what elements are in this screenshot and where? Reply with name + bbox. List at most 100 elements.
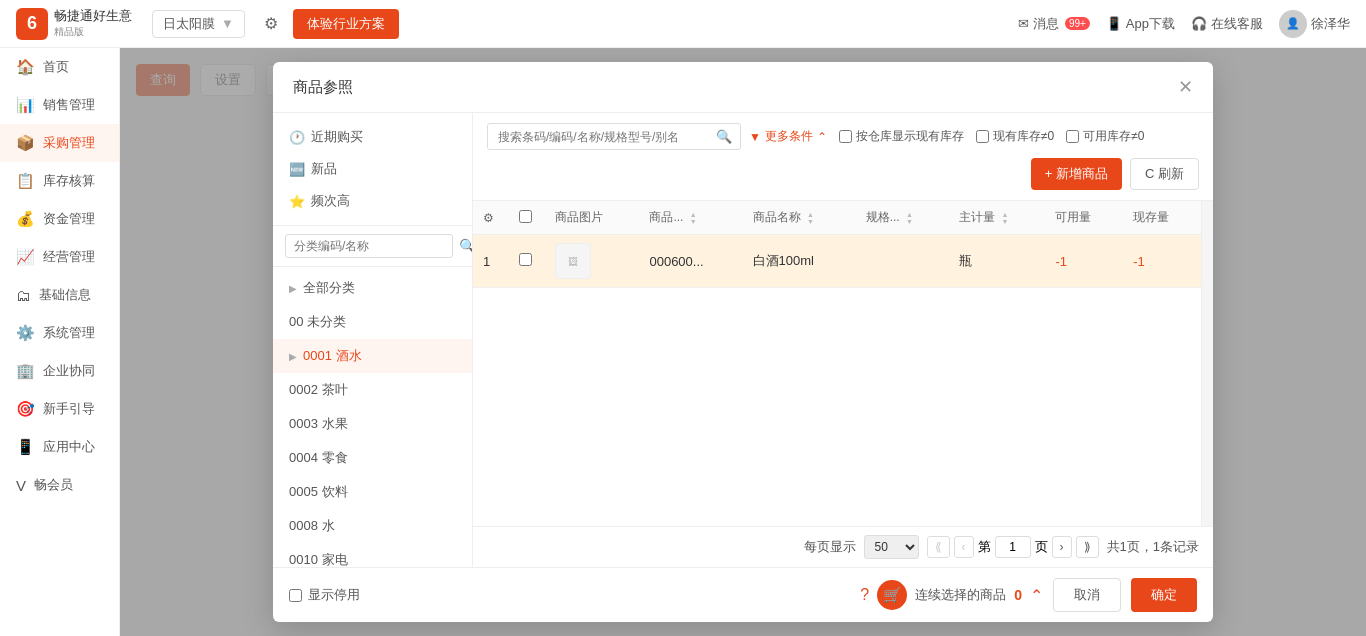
all-arrow-icon: ▶	[289, 283, 297, 294]
store-dropdown[interactable]: 日太阳膜 ▼	[152, 10, 245, 38]
spec-sort-icon: ▲▼	[906, 211, 913, 225]
th-unit[interactable]: 主计量 ▲▼	[949, 201, 1045, 235]
row-unit: 瓶	[949, 235, 1045, 288]
cat-tab-new[interactable]: 🆕 新品	[273, 153, 472, 185]
checkboxes: 按仓库显示现有库存 现有库存≠0 可用库存≠0	[839, 128, 1145, 145]
sidebar-item-system[interactable]: ⚙️ 系统管理	[0, 314, 119, 352]
search-bar: 🔍 ▼ 更多条件 ⌃ 按仓库显示现有库存	[473, 113, 1213, 201]
table-scrollbar[interactable]	[1201, 201, 1213, 526]
sidebar-item-operation[interactable]: 📈 经营管理	[0, 238, 119, 276]
cat-0002[interactable]: 0002 茶叶	[273, 373, 472, 407]
th-code[interactable]: 商品... ▲▼	[639, 201, 742, 235]
cat-0001[interactable]: ▶ 0001 酒水	[273, 339, 472, 373]
cancel-btn[interactable]: 取消	[1053, 578, 1121, 612]
main-layout: 🏠 首页 📊 销售管理 📦 采购管理 📋 库存核算 💰 资金管理 📈 经营管理 …	[0, 48, 1366, 636]
online-service-btn[interactable]: 🎧 在线客服	[1191, 15, 1263, 33]
prev-page-btn[interactable]: ‹	[954, 536, 974, 558]
category-search-input[interactable]	[285, 234, 453, 258]
row-checkbox[interactable]	[519, 253, 532, 266]
add-product-btn[interactable]: + 新增商品	[1031, 158, 1122, 190]
logo-area: 6 畅捷通好生意 精品版	[16, 8, 132, 40]
show-disabled-checkbox[interactable]	[289, 589, 302, 602]
th-check	[509, 201, 545, 235]
table-row[interactable]: 1 🖼	[473, 235, 1201, 288]
cat-00[interactable]: 00 未分类	[273, 305, 472, 339]
th-available: 可用量	[1045, 201, 1123, 235]
category-collapse-btn[interactable]: ◀	[472, 340, 473, 380]
row-stock: -1	[1123, 235, 1201, 288]
sidebar-item-basic[interactable]: 🗂 基础信息	[0, 276, 119, 314]
page-number-input[interactable]	[995, 536, 1031, 558]
product-search-icon[interactable]: 🔍	[708, 124, 740, 149]
user-profile[interactable]: 👤 徐泽华	[1279, 10, 1350, 38]
cat-0005[interactable]: 0005 饮料	[273, 475, 472, 509]
row-code: 000600...	[639, 235, 742, 288]
cat-0008[interactable]: 0008 水	[273, 509, 472, 543]
app-download-btn[interactable]: 📱 App下载	[1106, 15, 1175, 33]
sidebar-item-finance[interactable]: 💰 资金管理	[0, 200, 119, 238]
row-spec	[856, 235, 949, 288]
footer-btns: 取消 确定	[1053, 578, 1197, 612]
help-icon[interactable]: ?	[860, 586, 869, 604]
sidebar-item-guide[interactable]: 🎯 新手引导	[0, 390, 119, 428]
sidebar-item-home[interactable]: 🏠 首页	[0, 48, 119, 86]
cat-0003[interactable]: 0003 水果	[273, 407, 472, 441]
cat-tab-recent[interactable]: 🕐 近期购买	[273, 121, 472, 153]
product-reference-modal: 商品参照 ✕ 🕐 近期购买 🆕	[273, 62, 1213, 622]
select-all-checkbox[interactable]	[519, 210, 532, 223]
messages-btn[interactable]: ✉ 消息 99+	[1018, 15, 1090, 33]
cart-icon[interactable]: 🛒	[877, 580, 907, 610]
sidebar-item-apps[interactable]: 📱 应用中心	[0, 428, 119, 466]
sidebar-item-member[interactable]: V 畅会员	[0, 466, 119, 504]
modal-footer: 显示停用 ? 🛒 连续选择的商品 0 ⌃ 取消 确定	[273, 567, 1213, 622]
page-size-select[interactable]: 50 100 200	[864, 535, 919, 559]
confirm-btn[interactable]: 确定	[1131, 578, 1197, 612]
cat-0010[interactable]: 0010 家电	[273, 543, 472, 567]
inventory-icon: 📋	[16, 172, 35, 190]
first-page-btn[interactable]: ⟪	[927, 536, 950, 558]
row-num: 1	[473, 235, 509, 288]
sidebar-item-purchase[interactable]: 📦 采购管理	[0, 124, 119, 162]
sidebar-item-sales[interactable]: 📊 销售管理	[0, 86, 119, 124]
avatar: 👤	[1279, 10, 1307, 38]
category-search-icon[interactable]: 🔍	[459, 238, 473, 254]
checkbox-available-nonzero[interactable]: 现有库存≠0	[976, 128, 1054, 145]
next-page-btn[interactable]: ›	[1052, 536, 1072, 558]
modal-close-btn[interactable]: ✕	[1178, 76, 1193, 98]
operation-icon: 📈	[16, 248, 35, 266]
recent-icon: 🕐	[289, 130, 305, 145]
cat-0004[interactable]: 0004 零食	[273, 441, 472, 475]
th-spec[interactable]: 规格... ▲▼	[856, 201, 949, 235]
refresh-btn[interactable]: C 刷新	[1130, 158, 1199, 190]
cart-collapse-icon[interactable]: ⌃	[1030, 586, 1043, 605]
row-available: -1	[1045, 235, 1123, 288]
logo-icon: 6	[16, 8, 48, 40]
apps-icon: 📱	[16, 438, 35, 456]
th-settings: ⚙	[473, 201, 509, 235]
filter-icon: ▼	[749, 130, 761, 144]
logo-text: 畅捷通好生意	[54, 8, 132, 25]
logo-sub: 精品版	[54, 25, 132, 39]
modal-title: 商品参照	[293, 78, 353, 97]
table-header-row: ⚙ 商品图片	[473, 201, 1201, 235]
last-page-btn[interactable]: ⟫	[1076, 536, 1099, 558]
product-search-wrap: 🔍	[487, 123, 741, 150]
settings-icon[interactable]: ⚙	[255, 8, 287, 40]
category-panel: 🕐 近期购买 🆕 新品 ⭐ 频次高	[273, 113, 473, 567]
checkbox-by-warehouse[interactable]: 按仓库显示现有库存	[839, 128, 964, 145]
column-settings-icon[interactable]: ⚙	[483, 211, 494, 225]
checkbox-usable-nonzero[interactable]: 可用库存≠0	[1066, 128, 1144, 145]
row-img: 🖼	[545, 235, 639, 288]
product-search-input[interactable]	[488, 125, 708, 149]
sidebar-item-inventory[interactable]: 📋 库存核算	[0, 162, 119, 200]
action-btns: + 新增商品 C 刷新	[1031, 158, 1199, 190]
show-disabled-label[interactable]: 显示停用	[289, 586, 360, 604]
filter-btn[interactable]: ▼ 更多条件 ⌃	[749, 128, 827, 145]
trial-btn[interactable]: 体验行业方案	[293, 9, 399, 39]
sidebar-item-enterprise[interactable]: 🏢 企业协同	[0, 352, 119, 390]
category-list: ▶ 全部分类 00 未分类 ▶ 0001 酒水 0002 茶	[273, 267, 472, 567]
th-name[interactable]: 商品名称 ▲▼	[743, 201, 856, 235]
member-icon: V	[16, 477, 26, 494]
cat-all[interactable]: ▶ 全部分类	[273, 271, 472, 305]
cat-tab-frequent[interactable]: ⭐ 频次高	[273, 185, 472, 217]
